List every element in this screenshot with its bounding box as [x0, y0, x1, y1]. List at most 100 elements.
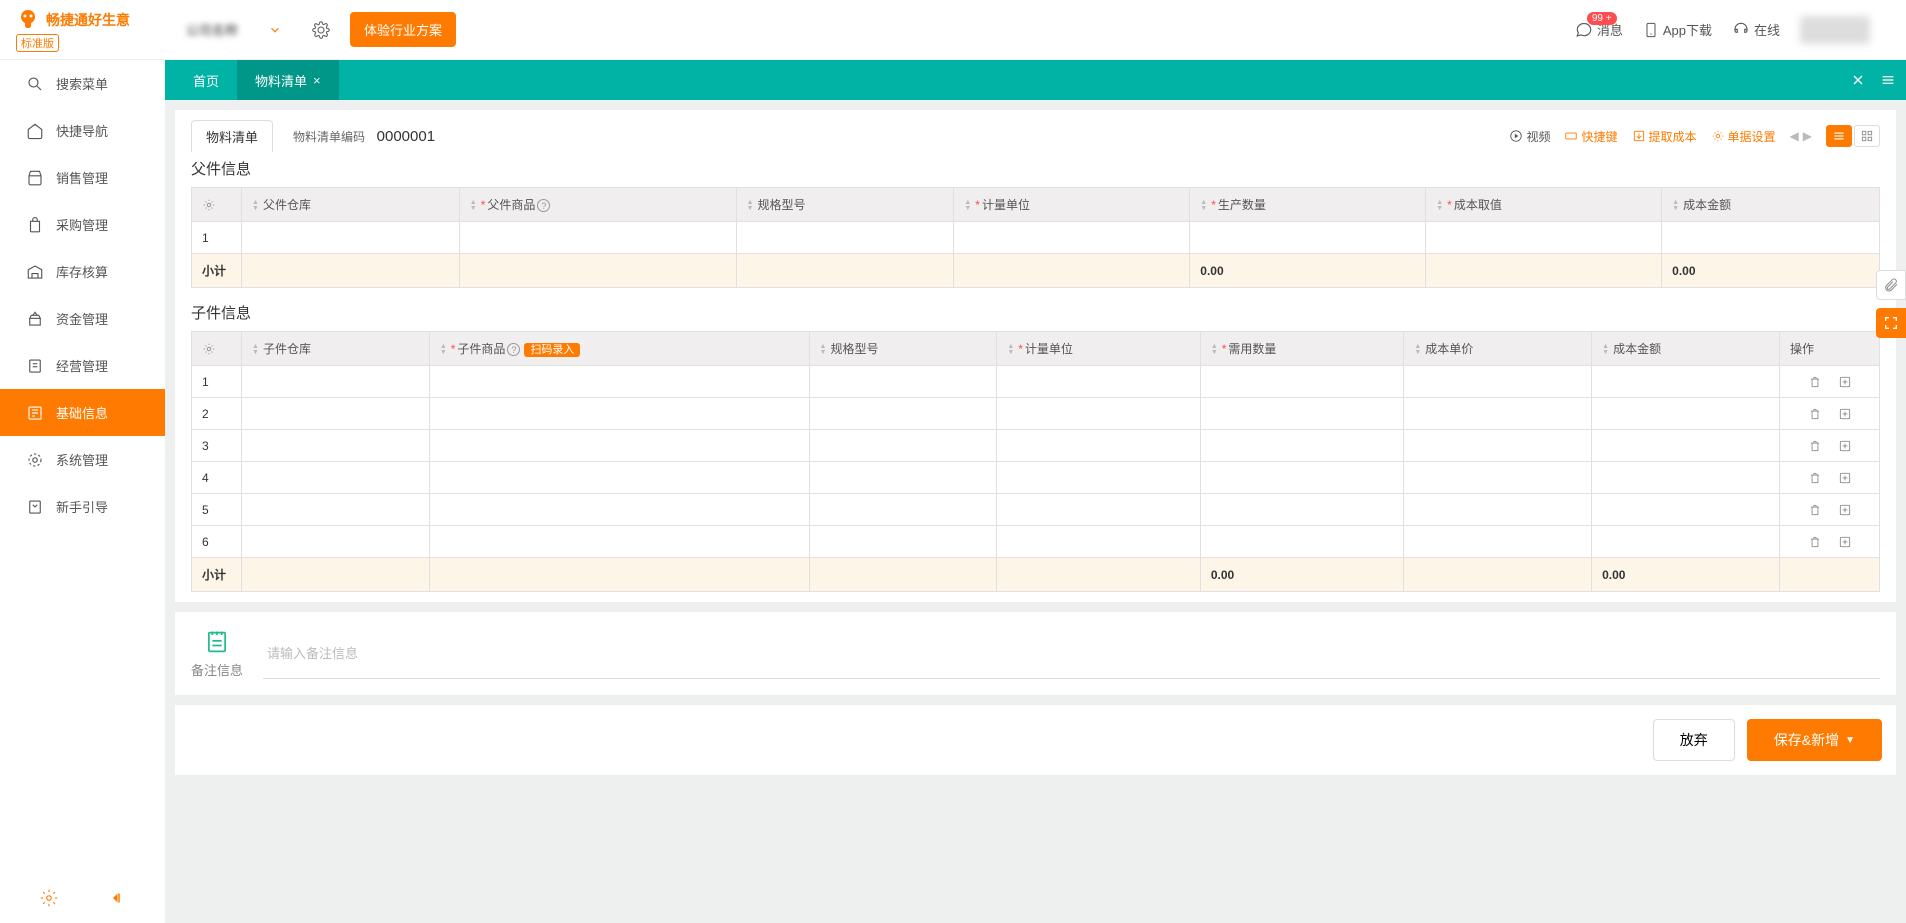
- delete-row-icon[interactable]: [1808, 503, 1822, 517]
- cta-button[interactable]: 体验行业方案: [350, 12, 456, 47]
- col-child-amount[interactable]: ▲▼成本金额: [1592, 332, 1780, 366]
- close-icon[interactable]: ×: [313, 73, 321, 88]
- col-parent-costmethod[interactable]: ▲▼*成本取值: [1426, 188, 1662, 222]
- sidebar-label: 系统管理: [56, 450, 108, 469]
- sidebar-label: 销售管理: [56, 168, 108, 187]
- messages-link[interactable]: 消息 99 +: [1575, 20, 1623, 39]
- col-parent-product[interactable]: ▲▼*父件商品?: [459, 188, 736, 222]
- help-icon[interactable]: ?: [507, 343, 520, 356]
- col-parent-unit[interactable]: ▲▼*计量单位: [954, 188, 1190, 222]
- shortcut-link[interactable]: 快捷键: [1564, 128, 1617, 145]
- sidebar-item-system[interactable]: 系统管理: [0, 436, 165, 483]
- scan-button[interactable]: 扫码录入: [524, 343, 580, 357]
- sidebar-label: 基础信息: [56, 403, 108, 422]
- table-row[interactable]: 5: [192, 494, 1880, 526]
- form-tab[interactable]: 物料清单: [191, 120, 273, 152]
- table-row[interactable]: 1: [192, 366, 1880, 398]
- sidebar-item-guide[interactable]: 新手引导: [0, 483, 165, 530]
- view-card-button[interactable]: [1854, 125, 1880, 147]
- sidebar-item-basic[interactable]: 基础信息: [0, 389, 165, 436]
- child-table: ▲▼子件仓库 ▲▼*子件商品?扫码录入 ▲▼规格型号 ▲▼*计量单位 ▲▼*需用…: [191, 331, 1880, 592]
- col-parent-amount[interactable]: ▲▼成本金额: [1662, 188, 1880, 222]
- sidebar-item-purchase[interactable]: 采购管理: [0, 201, 165, 248]
- table-row[interactable]: 4: [192, 462, 1880, 494]
- save-new-button[interactable]: 保存&新增 ▼: [1747, 719, 1882, 761]
- table-row[interactable]: 2: [192, 398, 1880, 430]
- more-icon[interactable]: [1880, 72, 1896, 88]
- col-parent-spec[interactable]: ▲▼规格型号: [736, 188, 954, 222]
- col-parent-warehouse[interactable]: ▲▼父件仓库: [242, 188, 460, 222]
- col-child-warehouse[interactable]: ▲▼子件仓库: [242, 332, 430, 366]
- play-circle-icon: [1509, 129, 1523, 143]
- add-row-icon[interactable]: [1838, 535, 1852, 549]
- sidebar-item-quicknav[interactable]: 快捷导航: [0, 107, 165, 154]
- header-right: 消息 99 + App下载 在线: [1575, 16, 1890, 44]
- col-child-spec[interactable]: ▲▼规格型号: [809, 332, 997, 366]
- video-link[interactable]: 视频: [1509, 128, 1550, 145]
- guide-icon: [26, 498, 44, 516]
- close-all-icon[interactable]: [1846, 68, 1870, 92]
- sidebar-label: 经营管理: [56, 356, 108, 375]
- sidebar-label: 搜索菜单: [56, 74, 108, 93]
- add-row-icon[interactable]: [1838, 439, 1852, 453]
- sidebar-label: 采购管理: [56, 215, 108, 234]
- view-list-button[interactable]: [1826, 125, 1852, 147]
- delete-row-icon[interactable]: [1808, 471, 1822, 485]
- delete-row-icon[interactable]: [1808, 535, 1822, 549]
- prev-icon[interactable]: ◀: [1790, 129, 1799, 143]
- delete-row-icon[interactable]: [1808, 407, 1822, 421]
- doc-settings-link[interactable]: 单据设置: [1711, 128, 1776, 145]
- next-icon[interactable]: ▶: [1803, 129, 1812, 143]
- col-child-unitcost[interactable]: ▲▼成本单价: [1404, 332, 1592, 366]
- add-row-icon[interactable]: [1838, 407, 1852, 421]
- delete-row-icon[interactable]: [1808, 375, 1822, 389]
- col-gear[interactable]: [192, 188, 242, 222]
- tabs-bar: 首页 物料清单 ×: [165, 60, 1906, 100]
- warehouse-icon: [26, 263, 44, 281]
- table-row[interactable]: 6: [192, 526, 1880, 558]
- help-icon[interactable]: ?: [537, 199, 550, 212]
- child-section-title: 子件信息: [191, 296, 1880, 331]
- table-row[interactable]: 1: [192, 222, 1880, 254]
- logo-area[interactable]: 畅捷通好生意 标准版: [16, 8, 166, 52]
- remark-input[interactable]: [263, 628, 1880, 679]
- sidebar-item-search[interactable]: 搜索菜单: [0, 60, 165, 107]
- user-avatar[interactable]: [1800, 16, 1870, 44]
- company-select[interactable]: 公司名称: [186, 20, 330, 39]
- tab-bom[interactable]: 物料清单 ×: [237, 60, 339, 100]
- extract-cost-link[interactable]: 提取成本: [1632, 128, 1697, 145]
- delete-row-icon[interactable]: [1808, 439, 1822, 453]
- brand-edition: 标准版: [16, 34, 59, 52]
- remark-section: 备注信息: [175, 612, 1896, 695]
- col-child-product[interactable]: ▲▼*子件商品?扫码录入: [429, 332, 809, 366]
- gear-small-icon[interactable]: [40, 889, 58, 907]
- attachment-button[interactable]: [1876, 270, 1906, 300]
- col-parent-qty[interactable]: ▲▼*生产数量: [1190, 188, 1426, 222]
- col-child-unit[interactable]: ▲▼*计量单位: [997, 332, 1201, 366]
- sidebar-item-funds[interactable]: 资金管理: [0, 295, 165, 342]
- sidebar-item-inventory[interactable]: 库存核算: [0, 248, 165, 295]
- col-child-qty[interactable]: ▲▼*需用数量: [1200, 332, 1404, 366]
- company-name: 公司名称: [186, 20, 238, 39]
- subtotal-row: 小计 0.00 0.00: [192, 254, 1880, 288]
- gear-icon[interactable]: [312, 21, 330, 39]
- col-gear[interactable]: [192, 332, 242, 366]
- download-link[interactable]: App下载: [1643, 20, 1712, 39]
- discard-button[interactable]: 放弃: [1653, 719, 1735, 761]
- online-label: 在线: [1754, 20, 1780, 39]
- add-row-icon[interactable]: [1838, 471, 1852, 485]
- add-row-icon[interactable]: [1838, 503, 1852, 517]
- fullscreen-button[interactable]: [1876, 308, 1906, 338]
- add-row-icon[interactable]: [1838, 375, 1852, 389]
- collapse-icon[interactable]: [107, 889, 125, 907]
- brand-name: 畅捷通好生意: [46, 10, 130, 30]
- tab-home[interactable]: 首页: [175, 60, 237, 100]
- support-link[interactable]: 在线: [1732, 20, 1780, 39]
- sidebar-item-sales[interactable]: 销售管理: [0, 154, 165, 201]
- table-row[interactable]: 3: [192, 430, 1880, 462]
- messages-badge: 99 +: [1587, 12, 1617, 25]
- sidebar-item-business[interactable]: 经营管理: [0, 342, 165, 389]
- clipboard-icon: [26, 357, 44, 375]
- download-label: App下载: [1663, 20, 1712, 39]
- headset-icon: [1732, 21, 1750, 39]
